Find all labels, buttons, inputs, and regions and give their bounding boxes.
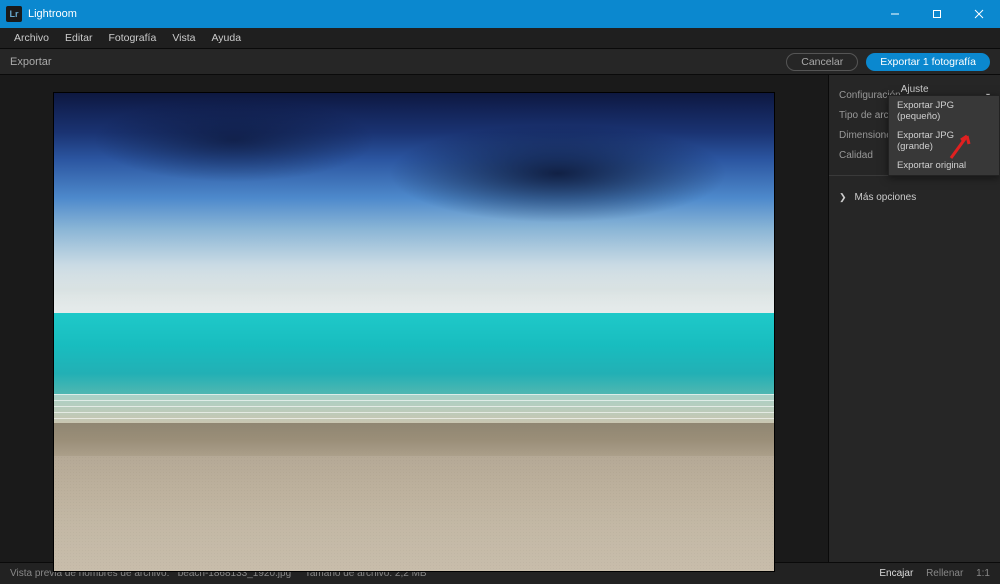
chevron-right-icon: ❯ — [839, 192, 847, 203]
settings-panel: Configuración Ajuste preestablecido ▾ Ex… — [828, 75, 1000, 562]
zoom-fit[interactable]: Encajar — [879, 568, 913, 579]
close-button[interactable] — [958, 0, 1000, 28]
more-options-label: Más opciones — [855, 192, 917, 203]
maximize-button[interactable] — [916, 0, 958, 28]
minimize-button[interactable] — [874, 0, 916, 28]
image-preview[interactable] — [54, 93, 774, 571]
menu-fotografia[interactable]: Fotografía — [100, 32, 164, 44]
window-titlebar: Lr Lightroom — [0, 0, 1000, 28]
preset-option-small[interactable]: Exportar JPG (pequeño) — [889, 96, 999, 126]
menu-ayuda[interactable]: Ayuda — [203, 32, 249, 44]
preview-area — [0, 75, 828, 562]
menu-archivo[interactable]: Archivo — [6, 32, 57, 44]
app-icon: Lr — [6, 6, 22, 22]
menu-editar[interactable]: Editar — [57, 32, 100, 44]
cancel-button[interactable]: Cancelar — [786, 53, 858, 71]
window-title: Lightroom — [28, 8, 874, 20]
zoom-fill[interactable]: Rellenar — [926, 568, 963, 579]
preset-option-original[interactable]: Exportar original — [889, 156, 999, 175]
export-button[interactable]: Exportar 1 fotografía — [866, 53, 990, 71]
preset-option-large[interactable]: Exportar JPG (grande) — [889, 126, 999, 156]
menu-vista[interactable]: Vista — [164, 32, 203, 44]
menu-bar: Archivo Editar Fotografía Vista Ayuda — [0, 28, 1000, 49]
preset-dropdown: Exportar JPG (pequeño) Exportar JPG (gra… — [888, 95, 1000, 176]
zoom-1to1[interactable]: 1:1 — [976, 568, 990, 579]
page-title: Exportar — [10, 56, 786, 68]
command-bar: Exportar Cancelar Exportar 1 fotografía — [0, 49, 1000, 75]
more-options-toggle[interactable]: ❯ Más opciones — [829, 186, 1000, 209]
